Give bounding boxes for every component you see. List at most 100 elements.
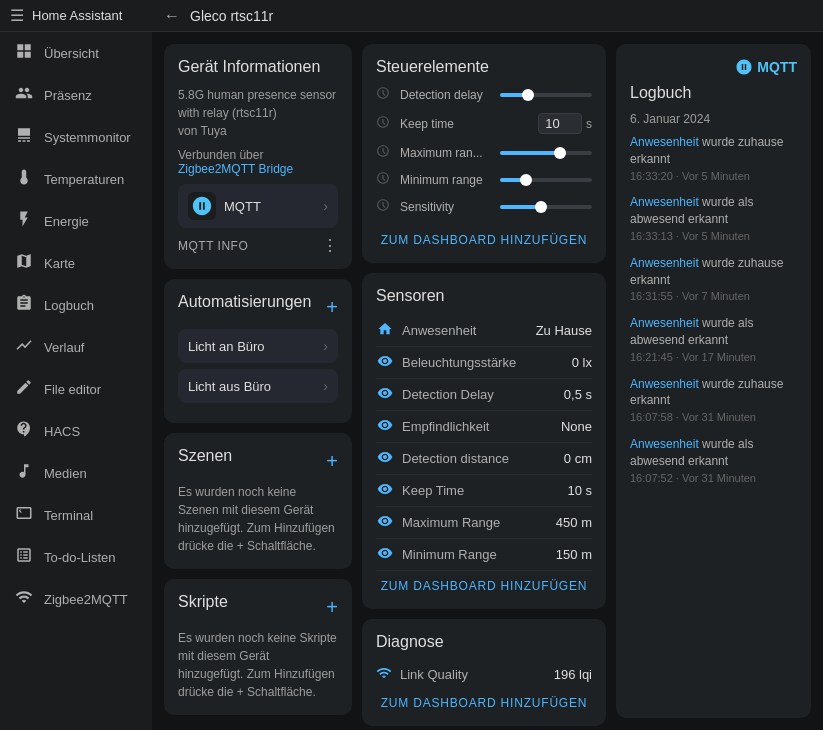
mqtt-row[interactable]: MQTT › — [178, 184, 338, 228]
mqtt-logo — [188, 192, 216, 220]
skripte-card: Skripte + Es wurden noch keine Skripte m… — [164, 579, 352, 715]
sidebar-label-terminal: Terminal — [44, 508, 93, 523]
mqtt-info-row: MQTT INFO ⋮ — [178, 232, 338, 255]
diagnose-add-dashboard-button[interactable]: ZUM DASHBOARD HINZUFÜGEN — [376, 688, 592, 712]
terminal-icon — [14, 504, 34, 526]
sidebar-item-uebersicht[interactable]: Übersicht — [0, 32, 152, 74]
slider-2[interactable] — [500, 151, 592, 155]
mqtt-info-label[interactable]: MQTT INFO — [178, 239, 248, 253]
sidebar-item-energie[interactable]: Energie — [0, 200, 152, 242]
ctrl-detection-delay: Detection delay — [376, 86, 592, 103]
log-time-0: 16:33:20 · Vor 5 Minuten — [630, 170, 750, 182]
log-time-4: 16:07:58 · Vor 31 Minuten — [630, 411, 756, 423]
log-entry-4: Anwesenheit wurde zuhause erkannt 16:07:… — [630, 376, 797, 426]
slider-0[interactable] — [500, 93, 592, 97]
log-link-1[interactable]: Anwesenheit — [630, 195, 699, 209]
back-button[interactable]: ← — [164, 7, 180, 25]
sidebar-item-file-editor[interactable]: File editor — [0, 368, 152, 410]
sidebar-item-medien[interactable]: Medien — [0, 452, 152, 494]
sensor-row-7: Minimum Range 150 m — [376, 539, 592, 571]
sidebar-item-praesenz[interactable]: Präsenz — [0, 74, 152, 116]
music-icon — [14, 462, 34, 484]
log-link-2[interactable]: Anwesenheit — [630, 256, 699, 270]
eye-icon-7 — [376, 545, 394, 564]
sensor-label-3: Empfindlichkeit — [402, 419, 553, 434]
log-link-4[interactable]: Anwesenheit — [630, 377, 699, 391]
log-entry-3: Anwesenheit wurde als abwesend erkannt 1… — [630, 315, 797, 365]
sidebar-item-logbuch[interactable]: Logbuch — [0, 284, 152, 326]
ctrl-max-range: Maximum ran... — [376, 144, 592, 161]
geraet-info-title: Gerät Informationen — [178, 58, 338, 76]
chevron-right-icon: › — [323, 198, 328, 214]
sidebar-item-hacs[interactable]: HACS — [0, 410, 152, 452]
sensor-value-1: 0 lx — [572, 355, 592, 370]
auto-item-1[interactable]: Licht aus Büro › — [178, 369, 338, 403]
eye-icon-3 — [376, 417, 394, 436]
steuerelemente-add-dashboard-button[interactable]: ZUM DASHBOARD HINZUFÜGEN — [376, 225, 592, 249]
diagnose-card: Diagnose Link Quality 196 lqi ZUM DASHBO… — [362, 619, 606, 726]
device-description: 5.8G human presence sensor with relay (r… — [178, 86, 338, 140]
keep-time-field[interactable] — [538, 113, 582, 134]
log-time-1: 16:33:13 · Vor 5 Minuten — [630, 230, 750, 242]
eye-icon-5 — [376, 481, 394, 500]
sidebar-item-zigbee2mqtt[interactable]: Zigbee2MQTT — [0, 578, 152, 620]
auto-chevron-1: › — [323, 378, 328, 394]
topbar: ← Gleco rtsc11r — [152, 0, 823, 32]
log-link-0[interactable]: Anwesenheit — [630, 135, 699, 149]
geraet-info-card: Gerät Informationen 5.8G human presence … — [164, 44, 352, 269]
home-icon — [376, 321, 394, 340]
sidebar-label-verlauf: Verlauf — [44, 340, 84, 355]
add-skript-button[interactable]: + — [326, 597, 338, 617]
log-date: 6. Januar 2024 — [630, 112, 797, 126]
ctrl-icon-3 — [376, 171, 392, 188]
log-link-5[interactable]: Anwesenheit — [630, 437, 699, 451]
slider-4[interactable] — [500, 205, 592, 209]
more-options-icon[interactable]: ⋮ — [322, 236, 338, 255]
mqtt-brand: MQTT — [735, 58, 797, 76]
logbuch-title: Logbuch — [630, 84, 797, 102]
menu-icon[interactable]: ☰ — [10, 6, 24, 25]
log-link-3[interactable]: Anwesenheit — [630, 316, 699, 330]
sensoren-add-dashboard-button[interactable]: ZUM DASHBOARD HINZUFÜGEN — [376, 571, 592, 595]
sidebar-item-karte[interactable]: Karte — [0, 242, 152, 284]
steuerelemente-card: Steuerelemente Detection delay — [362, 44, 606, 263]
thermometer-icon — [14, 168, 34, 190]
mqtt-brand-text: MQTT — [757, 59, 797, 75]
sidebar-label-zigbee2mqtt: Zigbee2MQTT — [44, 592, 128, 607]
sidebar-label-praesenz: Präsenz — [44, 88, 92, 103]
automatisierungen-header: Automatisierungen + — [178, 293, 338, 321]
left-column: Gerät Informationen 5.8G human presence … — [164, 44, 352, 718]
sensor-value-0: Zu Hause — [536, 323, 592, 338]
add-automatisierung-button[interactable]: + — [326, 297, 338, 317]
clipboard-icon — [14, 294, 34, 316]
szenen-card: Szenen + Es wurden noch keine Szenen mit… — [164, 433, 352, 569]
skripte-header: Skripte + — [178, 593, 338, 621]
auto-item-0[interactable]: Licht an Büro › — [178, 329, 338, 363]
skripte-title: Skripte — [178, 593, 228, 611]
sidebar-label-medien: Medien — [44, 466, 87, 481]
diag-row-0: Link Quality 196 lqi — [376, 661, 592, 688]
sidebar-item-terminal[interactable]: Terminal — [0, 494, 152, 536]
sidebar-item-temperaturen[interactable]: Temperaturen — [0, 158, 152, 200]
app-title: Home Assistant — [32, 8, 122, 23]
slider-3[interactable] — [500, 178, 592, 182]
monitor-icon — [14, 126, 34, 148]
logbuch-card: MQTT Logbuch 6. Januar 2024 Anwesenheit … — [616, 44, 811, 718]
add-szene-button[interactable]: + — [326, 451, 338, 471]
sidebar-item-verlauf[interactable]: Verlauf — [0, 326, 152, 368]
ctrl-keep-time: Keep time s — [376, 113, 592, 134]
sidebar-label-energie: Energie — [44, 214, 89, 229]
zigbee-link[interactable]: Zigbee2MQTT Bridge — [178, 162, 293, 176]
ctrl-label-3: Minimum range — [400, 173, 492, 187]
sidebar-item-systemmonitor[interactable]: Systemmonitor — [0, 116, 152, 158]
eye-icon-2 — [376, 385, 394, 404]
content-area: Gerät Informationen 5.8G human presence … — [152, 32, 823, 730]
ctrl-label-4: Sensitivity — [400, 200, 492, 214]
sidebar-header: ☰ Home Assistant — [0, 0, 152, 32]
sensor-value-6: 450 m — [556, 515, 592, 530]
lightning-icon — [14, 210, 34, 232]
diagnose-title: Diagnose — [376, 633, 592, 651]
log-time-2: 16:31:55 · Vor 7 Minuten — [630, 290, 750, 302]
automatisierungen-card: Automatisierungen + Licht an Büro › Lich… — [164, 279, 352, 423]
sidebar-item-todo[interactable]: To-do-Listen — [0, 536, 152, 578]
